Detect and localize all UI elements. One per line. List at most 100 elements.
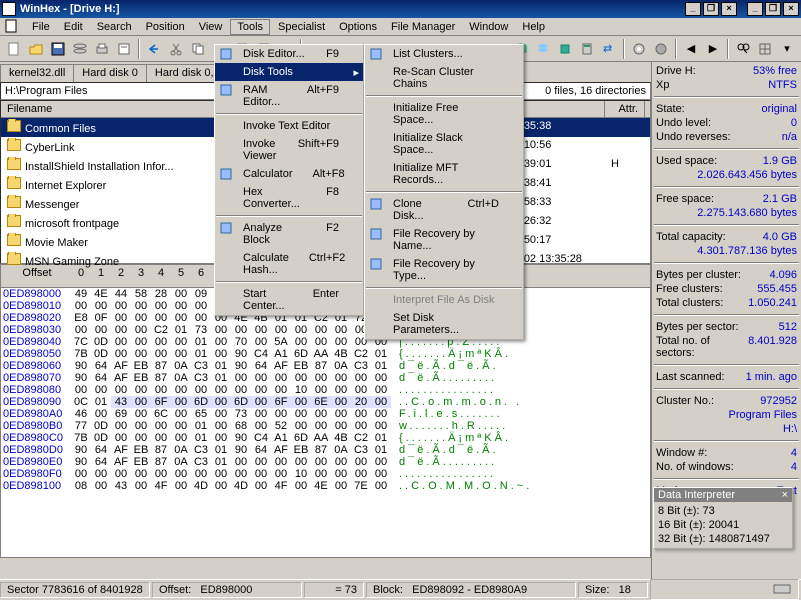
hex-row[interactable]: 0ED898100080043004F004D004D004F004E007E0… [1, 480, 650, 492]
ts-label: Total no. of sectors: [656, 335, 748, 359]
menu-item[interactable]: Analyze BlockF2 [215, 219, 363, 249]
col-filename[interactable]: Filename [1, 101, 215, 117]
tb-save-icon[interactable] [48, 39, 68, 59]
child-minimize-button[interactable]: _ [685, 2, 701, 16]
menu-item[interactable]: Disk Tools▸ [215, 63, 363, 81]
menu-tools[interactable]: Tools [230, 19, 270, 35]
menu-item[interactable]: Calculate Hash...Ctrl+F2 [215, 249, 363, 279]
hex-row[interactable]: 0ED8980709064AFEB870AC301000000000000000… [1, 372, 650, 384]
list-icon [369, 47, 385, 63]
tb-cut-icon[interactable] [166, 39, 186, 59]
tb-open-icon[interactable] [26, 39, 46, 59]
tb-props-icon[interactable] [114, 39, 134, 59]
app-icon [2, 2, 16, 16]
tb-next-icon[interactable]: ▶ [703, 39, 723, 59]
child-restore-button[interactable]: ❐ [703, 2, 719, 16]
hex-row[interactable]: 0ED8980609064AFEB870AC3019064AFEB870AC30… [1, 360, 650, 372]
tb-undo-icon[interactable] [144, 39, 164, 59]
close-button[interactable]: × [783, 2, 799, 16]
menu-search[interactable]: Search [91, 20, 138, 34]
menu-item[interactable]: CalculatorAlt+F8 [215, 165, 363, 183]
hex-row[interactable]: 0ED8980507B0D00000000010090C4A16DAA4BC20… [1, 348, 650, 360]
cn-path: Program Files [729, 409, 797, 421]
menu-item[interactable]: Set Disk Parameters... [365, 309, 523, 339]
tab-hd0[interactable]: Hard disk 0 [73, 64, 147, 82]
menu-item[interactable]: File Recovery by Name... [365, 225, 523, 255]
col-attr[interactable]: Attr. [605, 101, 645, 117]
menu-item[interactable]: Invoke Text Editor [215, 117, 363, 135]
tot-value: 4.0 GB [763, 231, 797, 243]
free-bytes: 2.275.143.680 bytes [697, 207, 797, 219]
folder-icon [7, 139, 21, 151]
menu-item[interactable]: List Clusters... [365, 45, 523, 63]
menu-view[interactable]: View [193, 20, 229, 34]
tb-new-icon[interactable] [4, 39, 24, 59]
menu-item[interactable]: Start Center...Enter [215, 285, 363, 315]
menu-item: Interpret File As Disk [365, 291, 523, 309]
tb-dropdown-icon[interactable]: ▾ [777, 39, 797, 59]
menu-item[interactable]: Hex Converter...F8 [215, 183, 363, 213]
restore-button[interactable]: ❐ [765, 2, 781, 16]
hex-row[interactable]: 0ED8980A0460069006C006500730000000000000… [1, 408, 650, 420]
menu-item[interactable]: Initialize MFT Records... [365, 159, 523, 189]
interp-title: Data Interpreter [658, 489, 735, 501]
hex-row[interactable]: 0ED8980900C0143006F006D006D006F006E00200… [1, 396, 650, 408]
menu-item[interactable]: File Recovery by Type... [365, 255, 523, 285]
rev-value: n/a [782, 131, 797, 143]
tb-chip-icon[interactable] [555, 39, 575, 59]
menu-position[interactable]: Position [140, 20, 191, 34]
folder-icon [7, 234, 21, 246]
tab-kernel32[interactable]: kernel32.dll [0, 64, 74, 82]
tb-gear-icon[interactable] [629, 39, 649, 59]
menu-bar: File Edit Search Position View Tools Spe… [0, 18, 801, 36]
interp-close-icon[interactable]: × [782, 489, 788, 501]
menu-options[interactable]: Options [333, 20, 383, 34]
tot-label: Total capacity: [656, 231, 726, 243]
hex-row[interactable]: 0ED8980800000000000000000000000100000000… [1, 384, 650, 396]
menu-item[interactable]: Clone Disk...Ctrl+D [365, 195, 523, 225]
menu-window[interactable]: Window [463, 20, 514, 34]
hex-row[interactable]: 0ED8980D09064AFEB870AC3019064AFEB870AC30… [1, 444, 650, 456]
folder-icon [7, 253, 21, 265]
menu-filemanager[interactable]: File Manager [385, 20, 461, 34]
tb-gear2-icon[interactable] [651, 39, 671, 59]
menu-help[interactable]: Help [516, 20, 551, 34]
hex-row[interactable]: 0ED89803000000000C2017300000000000000000… [1, 324, 650, 336]
tb-grid-icon[interactable] [755, 39, 775, 59]
menu-edit[interactable]: Edit [58, 20, 89, 34]
tb-replace-icon[interactable]: ⇄ [599, 39, 619, 59]
menu-item[interactable]: Disk Editor...F9 [215, 45, 363, 63]
tb-find-icon[interactable] [733, 39, 753, 59]
menu-file[interactable]: File [26, 20, 56, 34]
recn-icon [369, 227, 385, 243]
file-count: 0 files, 16 directories [511, 82, 651, 100]
bpc-label: Bytes per cluster: [656, 269, 741, 281]
child-close-button[interactable]: × [721, 2, 737, 16]
folder-icon [7, 215, 21, 227]
hex-row[interactable]: 0ED8980C07B0D00000000010090C4A16DAA4BC20… [1, 432, 650, 444]
menu-item[interactable]: RAM Editor...Alt+F9 [215, 81, 363, 111]
menu-item[interactable]: Re-Scan Cluster Chains [365, 63, 523, 93]
tb-disks-icon[interactable] [70, 39, 90, 59]
hex-row[interactable]: 0ED8980B0770D000000000100680052000000000… [1, 420, 650, 432]
hex-row[interactable]: 0ED8980E09064AFEB870AC301000000000000000… [1, 456, 650, 468]
status-eq: = 73 [304, 582, 364, 598]
fc-value: 555.455 [757, 283, 797, 295]
menu-item[interactable]: Initialize Free Space... [365, 99, 523, 129]
status-bar: Sector 7783616 of 8401928 Offset: ED8980… [0, 579, 801, 599]
now-label: No. of windows: [656, 461, 734, 473]
folder-icon [7, 120, 21, 132]
tb-prev-icon[interactable]: ◀ [681, 39, 701, 59]
menu-item[interactable]: Initialize Slack Space... [365, 129, 523, 159]
interp-32bit: 32 Bit (±): 1480871497 [658, 533, 770, 545]
menu-item[interactable]: Invoke ViewerShift+F9 [215, 135, 363, 165]
tb-disks2-icon[interactable] [533, 39, 553, 59]
tb-print-icon[interactable] [92, 39, 112, 59]
tb-calc-icon[interactable] [577, 39, 597, 59]
now-value: 4 [791, 461, 797, 473]
hex-row[interactable]: 0ED8980407C0D00000000010070005A000000000… [1, 336, 650, 348]
tb-copy-icon[interactable] [188, 39, 208, 59]
hex-row[interactable]: 0ED8980F00000000000000000000000100000000… [1, 468, 650, 480]
menu-specialist[interactable]: Specialist [272, 20, 331, 34]
minimize-button[interactable]: _ [747, 2, 763, 16]
